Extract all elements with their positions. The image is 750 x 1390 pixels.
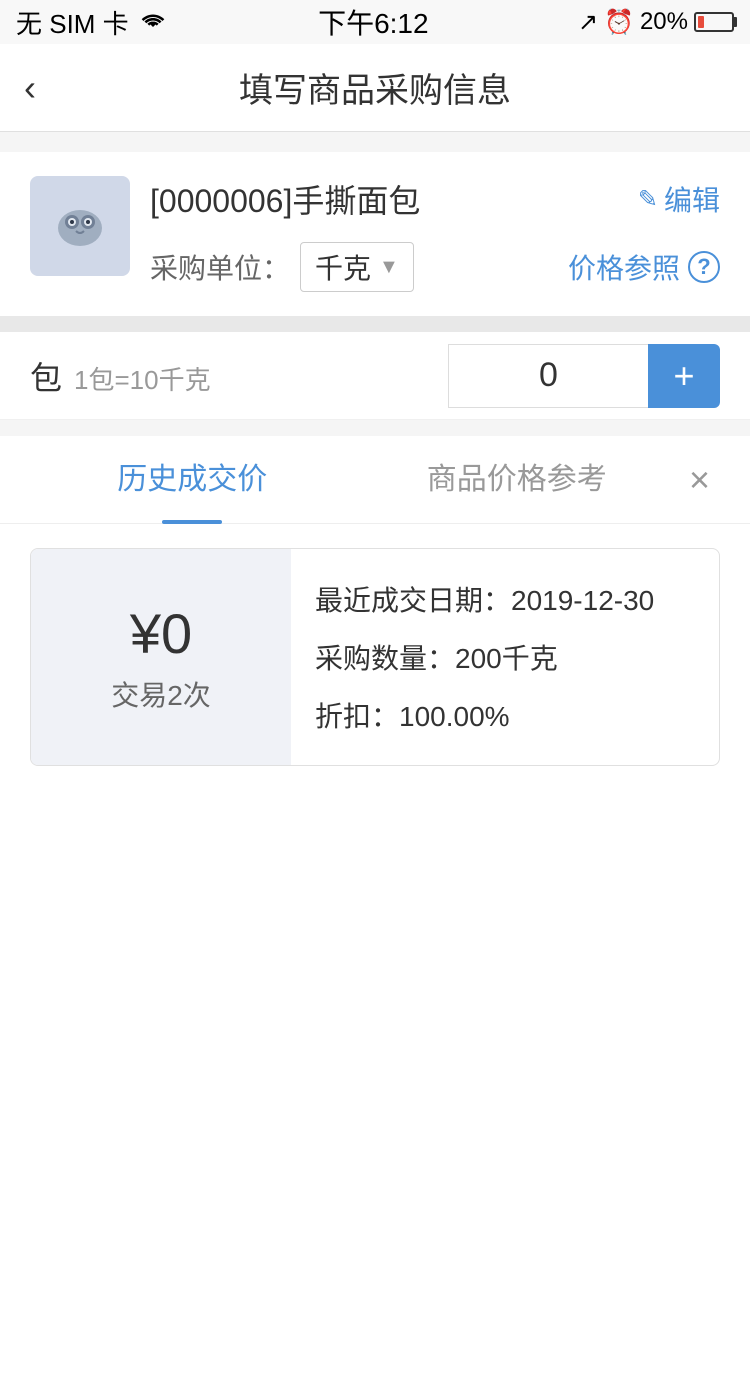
unit-row-left: 采购单位： 千克 ▼	[150, 242, 414, 292]
status-right: ↗ ⏰ 20%	[578, 8, 734, 37]
qty-label-wrap: 包 1包=10千克	[30, 353, 211, 399]
tab-section: 历史成交价 商品价格参考 × ¥0 交易2次 最近成交日期：2019-12-30…	[0, 436, 750, 790]
history-right-panel: 最近成交日期：2019-12-30 采购数量：200千克 折扣：100.00%	[291, 549, 719, 765]
discount-value: 100.00%	[399, 701, 510, 732]
section-divider	[0, 316, 750, 332]
history-left-panel: ¥0 交易2次	[31, 549, 291, 765]
product-info: [0000006]手撕面包 ✎ 编辑 采购单位： 千克 ▼ 价格参照 ?	[150, 176, 720, 292]
unit-dropdown-arrow-icon: ▼	[379, 256, 399, 279]
qty-label: 采购数量：	[315, 643, 455, 674]
history-content: ¥0 交易2次 最近成交日期：2019-12-30 采购数量：200千克 折扣：…	[0, 524, 750, 790]
wifi-icon	[137, 7, 169, 38]
quantity-row: 包 1包=10千克 +	[0, 332, 750, 420]
edit-label: 编辑	[664, 179, 720, 219]
unit-value: 千克	[315, 247, 371, 287]
back-button[interactable]: ‹	[24, 67, 36, 109]
history-card: ¥0 交易2次 最近成交日期：2019-12-30 采购数量：200千克 折扣：…	[30, 548, 720, 766]
quantity-plus-button[interactable]: +	[648, 344, 720, 408]
status-time: 下午6:12	[318, 2, 429, 42]
nav-bar: ‹ 填写商品采购信息	[0, 44, 750, 132]
main-background	[0, 790, 750, 1390]
tab-header: 历史成交价 商品价格参考 ×	[0, 436, 750, 524]
qty-value: 200千克	[455, 643, 558, 674]
edit-icon: ✎	[638, 185, 658, 214]
history-discount-row: 折扣：100.00%	[315, 695, 695, 735]
product-card: [0000006]手撕面包 ✎ 编辑 采购单位： 千克 ▼ 价格参照 ?	[0, 152, 750, 316]
alarm-icon: ⏰	[604, 8, 634, 37]
price-value: 0	[161, 602, 192, 665]
battery-percent: 20%	[640, 8, 688, 36]
tab-product-price-ref[interactable]: 商品价格参考	[354, 436, 678, 524]
status-bar: 无 SIM 卡 下午6:12 ↗ ⏰ 20%	[0, 0, 750, 44]
edit-button[interactable]: ✎ 编辑	[638, 179, 720, 219]
qty-unit-label: 包	[30, 353, 62, 399]
page-title: 填写商品采购信息	[239, 63, 511, 112]
history-date-row: 最近成交日期：2019-12-30	[315, 579, 695, 619]
location-icon: ↗	[578, 8, 598, 37]
sim-text: 无 SIM 卡	[16, 4, 129, 41]
date-label: 最近成交日期：	[315, 585, 511, 616]
price-ref-label: 价格参照	[568, 247, 680, 287]
product-header: [0000006]手撕面包 ✎ 编辑 采购单位： 千克 ▼ 价格参照 ?	[30, 176, 720, 292]
status-left: 无 SIM 卡	[16, 4, 169, 41]
unit-select[interactable]: 千克 ▼	[300, 242, 414, 292]
date-value: 2019-12-30	[511, 585, 654, 616]
discount-label: 折扣：	[315, 701, 399, 732]
qty-input-wrap: +	[448, 344, 720, 408]
quantity-input[interactable]	[448, 344, 648, 408]
product-logo	[30, 176, 130, 276]
price-ref-help-icon: ?	[688, 251, 720, 283]
currency-symbol: ¥	[130, 602, 161, 665]
battery-icon	[694, 12, 734, 32]
tab-history-price[interactable]: 历史成交价	[30, 436, 354, 524]
qty-conversion-label: 1包=10千克	[74, 360, 211, 397]
product-name: [0000006]手撕面包	[150, 176, 420, 222]
price-ref-button[interactable]: 价格参照 ?	[568, 247, 720, 287]
unit-label: 采购单位：	[150, 247, 290, 287]
history-trades: 交易2次	[111, 674, 211, 714]
history-qty-row: 采购数量：200千克	[315, 637, 695, 677]
tab-close-button[interactable]: ×	[679, 459, 720, 501]
history-price: ¥0	[130, 601, 192, 666]
product-unit-row: 采购单位： 千克 ▼ 价格参照 ?	[150, 242, 720, 292]
product-top-row: [0000006]手撕面包 ✎ 编辑	[150, 176, 720, 222]
